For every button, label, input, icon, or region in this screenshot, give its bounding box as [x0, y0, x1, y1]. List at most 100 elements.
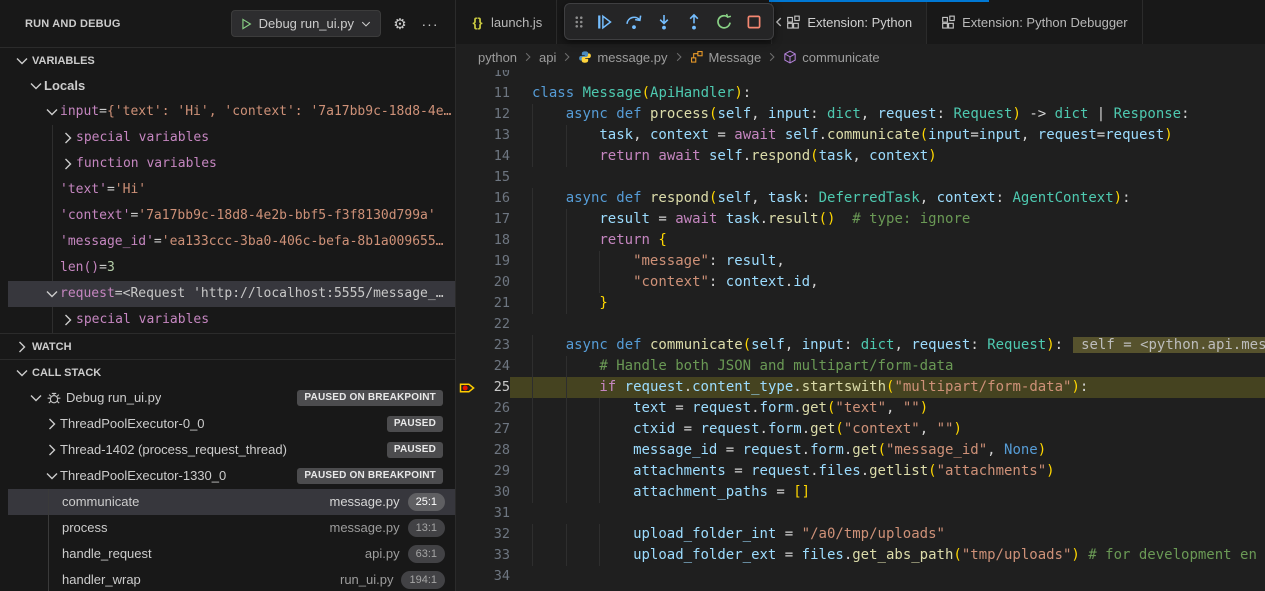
breakpoint-gutter[interactable] [456, 566, 480, 587]
chevron-right-icon[interactable] [44, 416, 60, 432]
code-text[interactable]: "message": result, [510, 251, 785, 272]
breakpoint-gutter[interactable] [456, 314, 480, 335]
breakpoint-gutter[interactable] [456, 377, 480, 398]
breadcrumb-item[interactable]: message.py [578, 50, 668, 65]
breadcrumb-item[interactable]: communicate [783, 50, 880, 65]
breakpoint-gutter[interactable] [456, 272, 480, 293]
code-line-25[interactable]: 25 if request.content_type.startswith("mu… [456, 377, 1265, 398]
variable-row[interactable]: special variables [0, 307, 455, 333]
code-text[interactable]: upload_folder_int = "/a0/tmp/uploads" [510, 524, 945, 545]
call-stack-thread[interactable]: ThreadPoolExecutor-0_0 PAUSED [0, 411, 455, 437]
restart-button[interactable] [709, 7, 739, 37]
breakpoint-gutter[interactable] [456, 209, 480, 230]
code-line-31[interactable]: 31 [456, 503, 1265, 524]
tab-extension-python-debugger[interactable]: Extension: Python Debugger [927, 0, 1143, 44]
code-line-24[interactable]: 24 # Handle both JSON and multipart/form-… [456, 356, 1265, 377]
code-text[interactable] [510, 566, 532, 587]
code-text[interactable]: message_id = request.form.get("message_i… [510, 440, 1046, 461]
breakpoint-gutter[interactable] [456, 146, 480, 167]
code-text[interactable]: if request.content_type.startswith("mult… [510, 377, 1088, 398]
code-line-22[interactable]: 22 [456, 314, 1265, 335]
variable-row[interactable]: function variables [0, 151, 455, 177]
code-line-33[interactable]: 33 upload_folder_ext = files.get_abs_path… [456, 545, 1265, 566]
code-text[interactable] [510, 70, 532, 83]
breakpoint-gutter[interactable] [456, 398, 480, 419]
step-out-button[interactable] [679, 7, 709, 37]
variable-row[interactable]: 'context' = '7a17bb9c-18d8-4e2b-bbf5-f3f… [0, 203, 455, 229]
breakpoint-gutter[interactable] [456, 167, 480, 188]
step-into-button[interactable] [649, 7, 679, 37]
tab-extension-python[interactable]: Extension: Python [772, 0, 928, 44]
code-line-12[interactable]: 12 async def process(self, input: dict, r… [456, 104, 1265, 125]
gripper-button[interactable] [569, 7, 589, 37]
call-stack-thread[interactable]: Thread-1402 (process_request_thread) PAUS… [0, 437, 455, 463]
code-text[interactable]: result = await task.result() # type: ign… [510, 209, 970, 230]
breakpoint-gutter[interactable] [456, 503, 480, 524]
chevron-down-icon[interactable] [28, 390, 44, 406]
code-text[interactable]: } [510, 293, 608, 314]
breakpoint-gutter[interactable] [456, 461, 480, 482]
code-text[interactable]: attachment_paths = [] [510, 482, 810, 503]
code-text[interactable]: ctxid = request.form.get("context", "") [510, 419, 962, 440]
chevron-down-icon[interactable] [44, 468, 60, 484]
code-text[interactable] [510, 167, 532, 188]
call-stack-frame[interactable]: communicate message.py 25:1 [0, 489, 455, 515]
code-line-34[interactable]: 34 [456, 566, 1265, 587]
code-line-23[interactable]: 23 async def communicate(self, input: dic… [456, 335, 1265, 356]
breadcrumb-item[interactable]: api [539, 50, 556, 65]
breakpoint-gutter[interactable] [456, 125, 480, 146]
breakpoint-gutter[interactable] [456, 440, 480, 461]
variable-row[interactable]: 'text' = 'Hi' [0, 177, 455, 203]
code-line-15[interactable]: 15 [456, 167, 1265, 188]
chevron-right-icon[interactable] [44, 442, 60, 458]
code-line-28[interactable]: 28 message_id = request.form.get("message… [456, 440, 1265, 461]
code-line-11[interactable]: 11 class Message(ApiHandler): [456, 83, 1265, 104]
chevron-down-icon[interactable] [44, 286, 60, 302]
call-stack-frame[interactable]: handler_wrap run_ui.py 194:1 [0, 567, 455, 591]
launch-config-dropdown[interactable]: Debug run_ui.py [230, 10, 381, 37]
code-line-18[interactable]: 18 return { [456, 230, 1265, 251]
code-line-30[interactable]: 30 attachment_paths = [] [456, 482, 1265, 503]
code-line-17[interactable]: 17 result = await task.result() # type: i… [456, 209, 1265, 230]
code-text[interactable]: "context": context.id, [510, 272, 819, 293]
code-line-19[interactable]: 19 "message": result, [456, 251, 1265, 272]
code-line-13[interactable]: 13 task, context = await self.communicate… [456, 125, 1265, 146]
variable-row[interactable]: input = {'text': 'Hi', 'context': '7a17b… [0, 99, 455, 125]
breakpoint-gutter[interactable] [456, 83, 480, 104]
more-actions-icon[interactable]: ··· [419, 13, 441, 35]
chevron-right-icon[interactable] [60, 312, 76, 328]
breakpoint-gutter[interactable] [456, 70, 480, 83]
call-stack-thread[interactable]: ThreadPoolExecutor-1330_0 PAUSED ON BREAK… [0, 463, 455, 489]
call-stack-frame[interactable]: process message.py 13:1 [0, 515, 455, 541]
breakpoint-gutter[interactable] [456, 419, 480, 440]
code-line-26[interactable]: 26 text = request.form.get("text", "") [456, 398, 1265, 419]
code-line-21[interactable]: 21} [456, 293, 1265, 314]
tab-launch-js[interactable]: {} launch.js [456, 0, 558, 44]
code-text[interactable]: async def process(self, input: dict, req… [510, 104, 1190, 125]
chevron-right-icon[interactable] [60, 156, 76, 172]
breakpoint-gutter[interactable] [456, 293, 480, 314]
code-text[interactable]: text = request.form.get("text", "") [510, 398, 928, 419]
code-line-27[interactable]: 27 ctxid = request.form.get("context", ""… [456, 419, 1265, 440]
code-line-32[interactable]: 32 upload_folder_int = "/a0/tmp/uploads" [456, 524, 1265, 545]
variables-scope-locals[interactable]: Locals [0, 73, 455, 99]
code-line-29[interactable]: 29 attachments = request.files.getlist("a… [456, 461, 1265, 482]
code-editor[interactable]: 10 11 class Message(ApiHandler): 12 async de… [456, 70, 1265, 591]
start-debugging-icon[interactable] [239, 17, 253, 31]
step-over-button[interactable] [619, 7, 649, 37]
chevron-down-icon[interactable] [44, 104, 60, 120]
code-line-16[interactable]: 16 async def respond(self, task: Deferred… [456, 188, 1265, 209]
code-text[interactable]: class Message(ApiHandler): [510, 83, 751, 104]
code-line-14[interactable]: 14 return await self.respond(task, contex… [456, 146, 1265, 167]
code-text[interactable] [510, 314, 532, 335]
breadcrumb-item[interactable]: python [478, 50, 517, 65]
code-text[interactable]: return { [510, 230, 667, 251]
variable-row[interactable]: len() = 3 [0, 255, 455, 281]
code-line-10[interactable]: 10 [456, 70, 1265, 83]
breakpoint-gutter[interactable] [456, 230, 480, 251]
code-text[interactable] [510, 503, 532, 524]
code-text[interactable]: upload_folder_ext = files.get_abs_path("… [510, 545, 1257, 566]
gear-icon[interactable]: ⚙ [389, 13, 411, 35]
code-text[interactable]: # Handle both JSON and multipart/form-da… [510, 356, 953, 377]
call-stack-session[interactable]: Debug run_ui.py PAUSED ON BREAKPOINT [0, 385, 455, 411]
